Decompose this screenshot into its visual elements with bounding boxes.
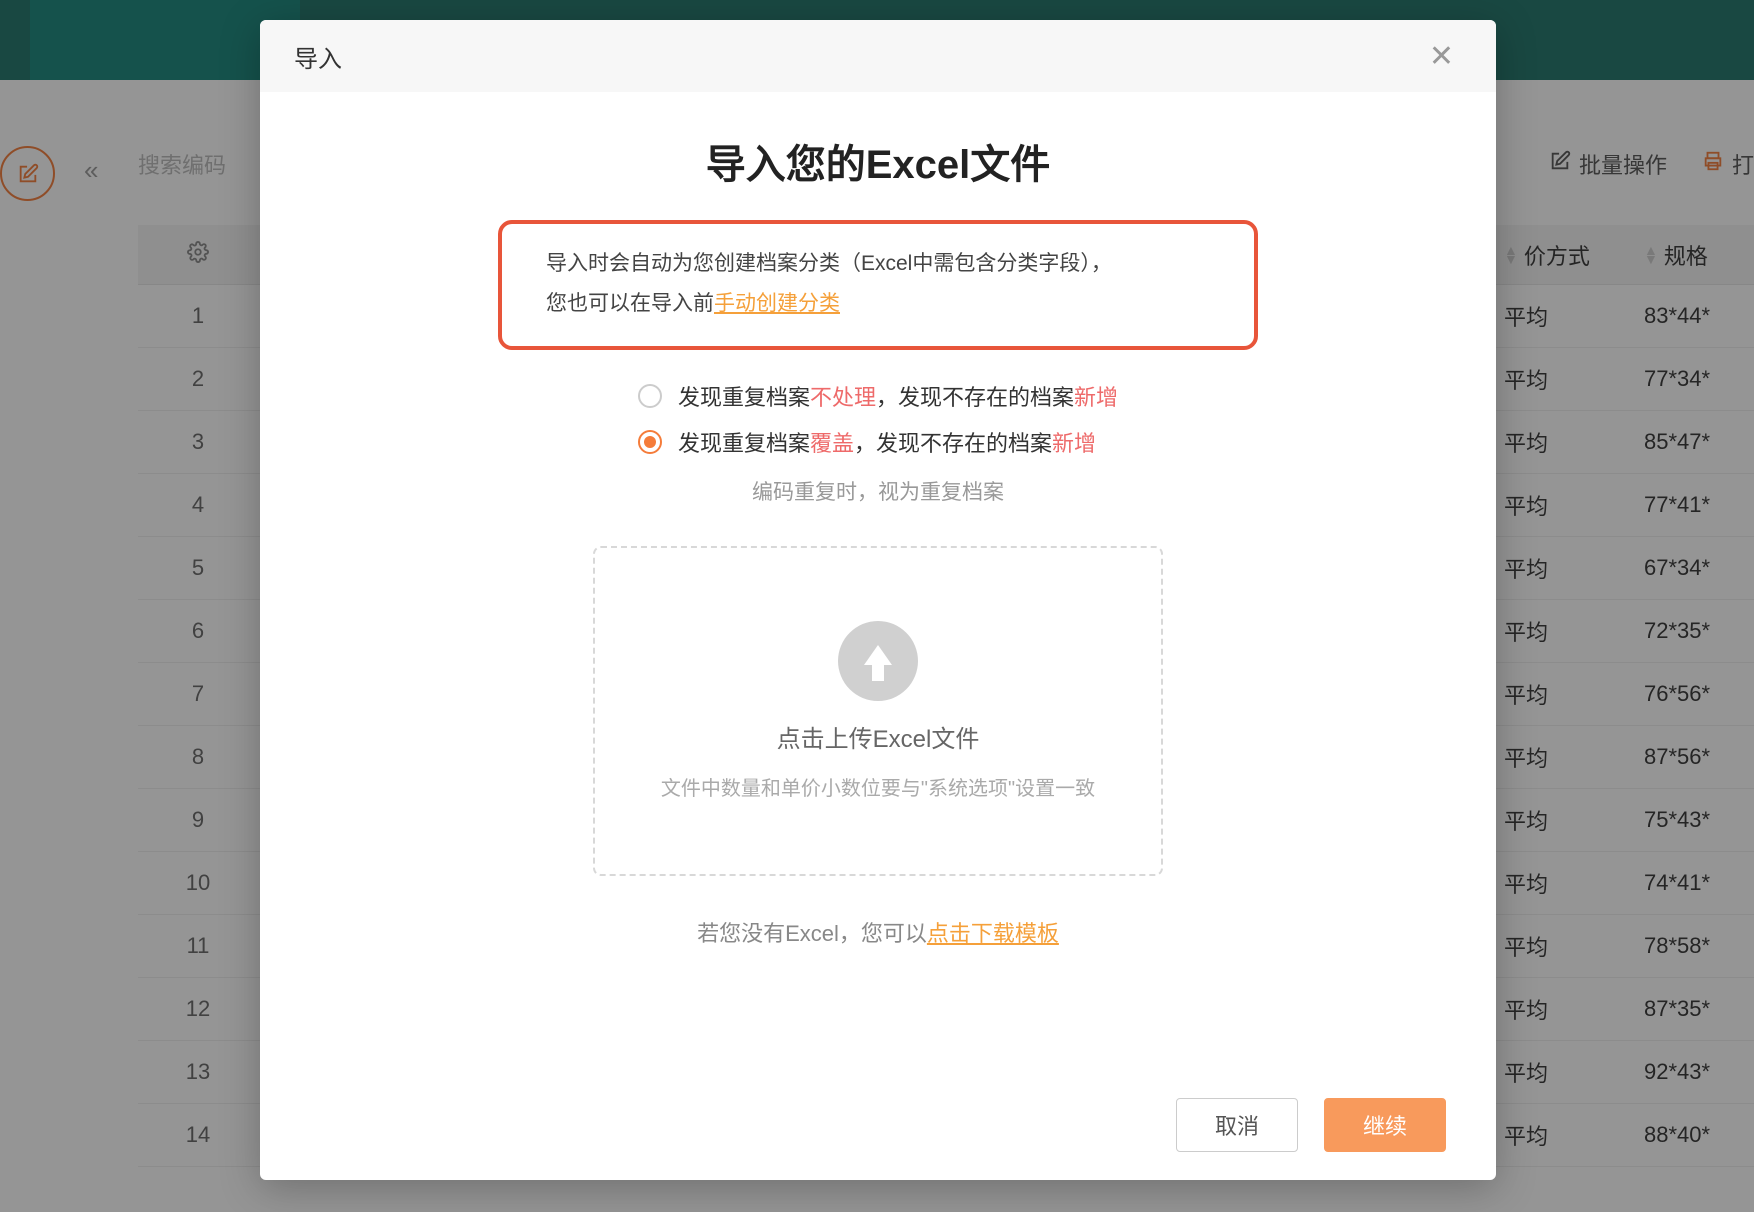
modal-title: 导入 (294, 39, 342, 74)
modal-footer: 取消 继续 (260, 1070, 1496, 1180)
radio-overwrite-duplicates[interactable]: 发现重复档案覆盖，发现不存在的档案新增 (638, 426, 1118, 458)
upload-dropzone[interactable]: 点击上传Excel文件 文件中数量和单价小数位要与"系统选项"设置一致 (593, 546, 1163, 876)
upload-subtitle: 文件中数量和单价小数位要与"系统选项"设置一致 (661, 772, 1095, 801)
radio-checked-icon (638, 430, 662, 454)
notice-box: 导入时会自动为您创建档案分类（Excel中需包含分类字段）， 您也可以在导入前手… (498, 220, 1258, 350)
download-template-link[interactable]: 点击下载模板 (927, 921, 1059, 946)
duplicate-note: 编码重复时，视为重复档案 (320, 476, 1436, 506)
duplicate-handling-group: 发现重复档案不处理，发现不存在的档案新增 发现重复档案覆盖，发现不存在的档案新增 (638, 380, 1118, 458)
radio-skip-duplicates[interactable]: 发现重复档案不处理，发现不存在的档案新增 (638, 380, 1118, 412)
cancel-button[interactable]: 取消 (1176, 1098, 1298, 1152)
modal-header: 导入 ✕ (260, 20, 1496, 92)
upload-title: 点击上传Excel文件 (777, 719, 980, 754)
import-modal: 导入 ✕ 导入您的Excel文件 导入时会自动为您创建档案分类（Excel中需包… (260, 20, 1496, 1180)
continue-button[interactable]: 继续 (1324, 1098, 1446, 1152)
template-line: 若您没有Excel，您可以点击下载模板 (320, 916, 1436, 948)
notice-text: 导入时会自动为您创建档案分类（Excel中需包含分类字段）， 您也可以在导入前手… (546, 244, 1210, 324)
manual-create-link[interactable]: 手动创建分类 (714, 292, 840, 315)
close-icon[interactable]: ✕ (1421, 35, 1462, 78)
upload-icon (838, 621, 918, 701)
radio-unchecked-icon (638, 384, 662, 408)
modal-heading: 导入您的Excel文件 (320, 132, 1436, 190)
